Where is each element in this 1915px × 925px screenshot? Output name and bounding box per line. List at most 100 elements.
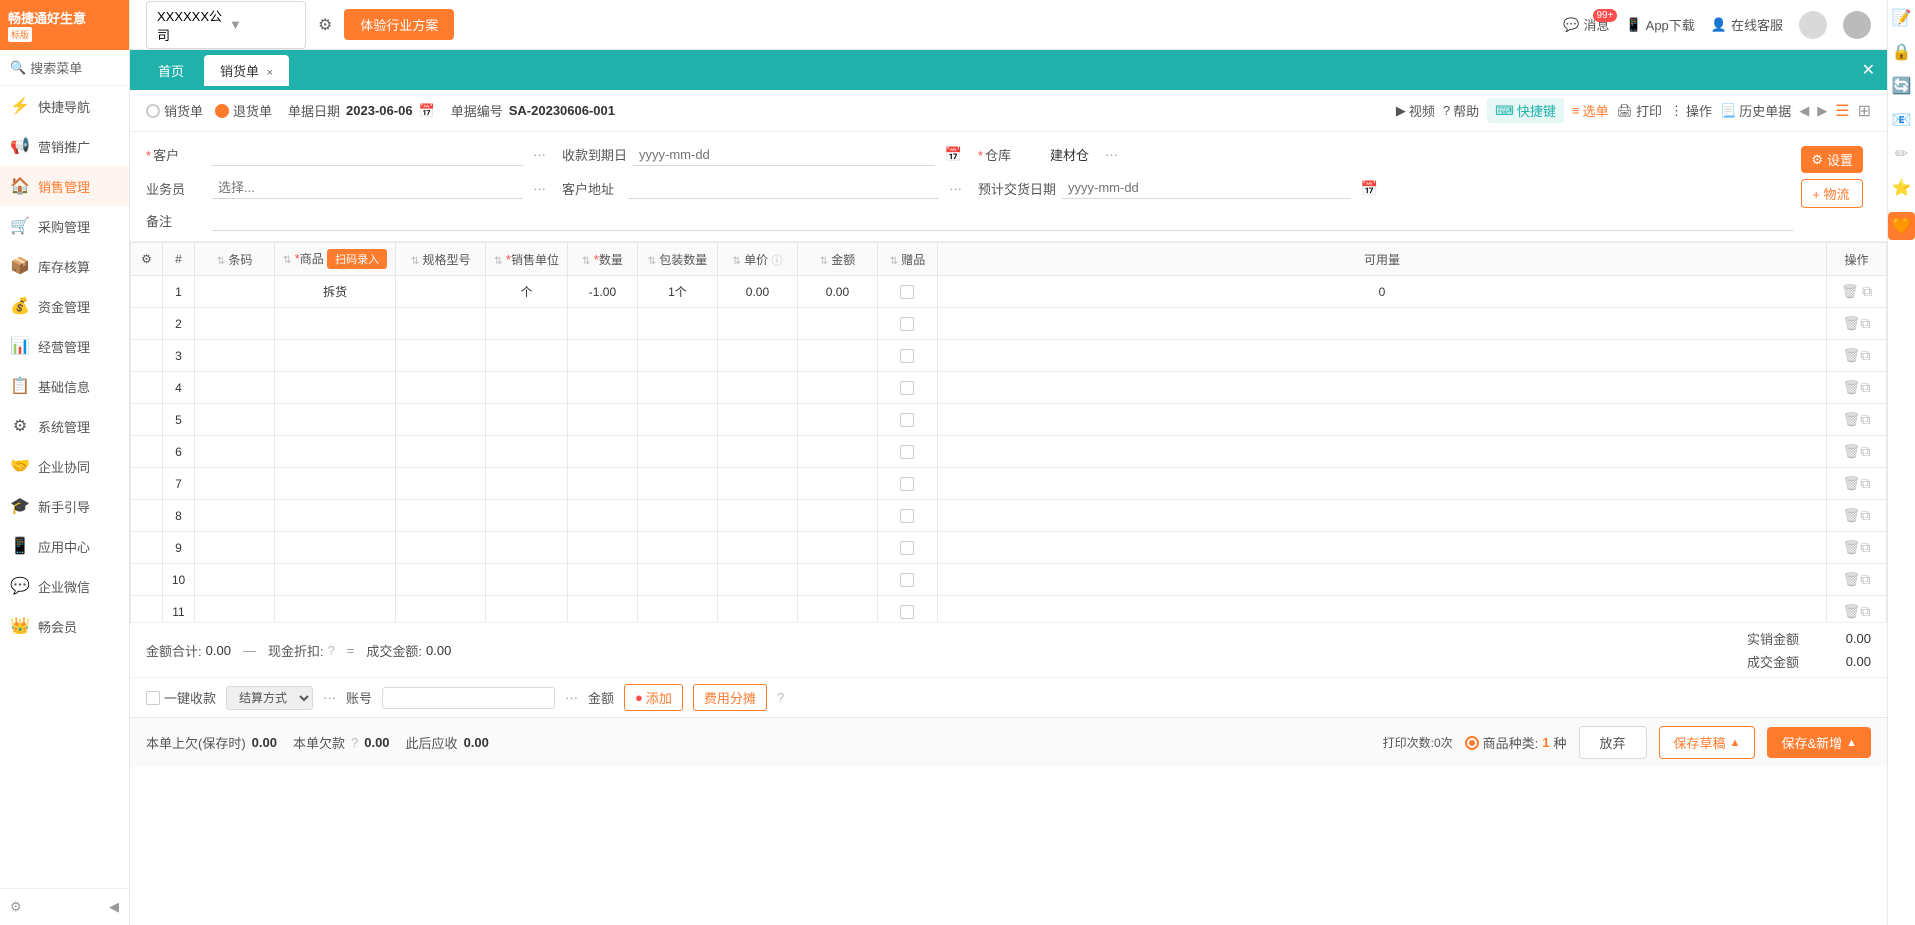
th-gear[interactable]: ⚙ — [131, 243, 163, 276]
row-gift[interactable] — [877, 372, 937, 404]
action-print[interactable]: 🖨 打印 — [1617, 101, 1663, 120]
app-download-button[interactable]: 📱 App下载 — [1625, 15, 1694, 34]
settings-button[interactable]: ⚙ — [318, 15, 332, 35]
sidebar-item-marketing[interactable]: 📢 营销推广 — [0, 126, 129, 166]
row-unit[interactable] — [486, 564, 568, 596]
payment-dots[interactable]: ··· — [323, 690, 336, 705]
row-unit[interactable] — [486, 468, 568, 500]
row-unit[interactable] — [486, 404, 568, 436]
tab-home[interactable]: 首页 — [142, 55, 200, 86]
save-new-button[interactable]: 保存&新增 ▲ — [1767, 727, 1871, 758]
row-pkg[interactable] — [637, 532, 717, 564]
sidebar-search[interactable]: 🔍 搜索菜单 — [0, 50, 129, 86]
row-gift[interactable] — [877, 532, 937, 564]
message-button[interactable]: 💬 消息 99+ — [1563, 15, 1609, 34]
sidebar-item-basic[interactable]: 📋 基础信息 — [0, 366, 129, 406]
row-price[interactable] — [717, 308, 797, 340]
right-panel-icon-1[interactable]: 📝 — [1892, 8, 1912, 28]
row-product[interactable] — [275, 532, 396, 564]
row-unit[interactable] — [486, 436, 568, 468]
row-gift[interactable] — [877, 404, 937, 436]
nav-prev-icon[interactable]: ◀ — [1799, 103, 1809, 119]
copy-icon[interactable]: ⧉ — [1860, 379, 1870, 395]
th-pkg[interactable]: ⇅ 包装数量 — [637, 243, 717, 276]
copy-icon[interactable]: ⧉ — [1860, 507, 1870, 523]
th-barcode[interactable]: ⇅ 条码 — [195, 243, 275, 276]
row-price[interactable] — [717, 468, 797, 500]
row-pkg[interactable] — [637, 596, 717, 623]
copy-icon[interactable]: ⧉ — [1860, 603, 1870, 619]
add-button[interactable]: ● 添加 — [624, 684, 683, 711]
row-barcode[interactable] — [195, 468, 275, 500]
row-unit[interactable] — [486, 596, 568, 623]
row-price[interactable] — [717, 340, 797, 372]
row-product[interactable] — [275, 564, 396, 596]
sidebar-item-collab[interactable]: 🤝 企业协同 — [0, 446, 129, 486]
row-pkg-1[interactable]: 1个 — [637, 276, 717, 308]
row-amount[interactable] — [797, 308, 877, 340]
price-info-icon[interactable]: ⓘ — [771, 255, 782, 267]
action-select[interactable]: ≡ 选单 — [1572, 101, 1609, 120]
action-shortcut[interactable]: ⌨ 快捷键 — [1487, 98, 1564, 123]
row-product[interactable] — [275, 500, 396, 532]
row-unit-1[interactable]: 个 — [486, 276, 568, 308]
customer-input[interactable] — [212, 144, 523, 166]
row-spec[interactable] — [396, 404, 486, 436]
sidebar-item-operations[interactable]: 📊 经营管理 — [0, 326, 129, 366]
copy-icon[interactable]: ⧉ — [1860, 539, 1870, 555]
row-qty[interactable] — [567, 500, 637, 532]
payment-checkbox[interactable]: 一键收款 — [146, 688, 216, 707]
row-amount[interactable] — [797, 436, 877, 468]
row-barcode[interactable] — [195, 340, 275, 372]
row-spec[interactable] — [396, 308, 486, 340]
action-ops[interactable]: ⋮ 操作 — [1670, 101, 1712, 120]
row-qty[interactable] — [567, 372, 637, 404]
staff-input[interactable] — [212, 177, 523, 199]
customer-dots[interactable]: ··· — [533, 147, 546, 162]
warehouse-dots[interactable]: ··· — [1105, 147, 1118, 162]
discard-button[interactable]: 放弃 — [1579, 726, 1647, 759]
row-unit[interactable] — [486, 532, 568, 564]
due-date-input[interactable] — [633, 144, 935, 166]
row-pkg[interactable] — [637, 404, 717, 436]
row-product[interactable] — [275, 340, 396, 372]
scan-button[interactable]: 扫码录入 — [327, 249, 387, 269]
trial-button[interactable]: 体验行业方案 — [344, 9, 454, 40]
right-panel-icon-3[interactable]: 🔄 — [1892, 76, 1912, 96]
row-pkg[interactable] — [637, 436, 717, 468]
copy-icon-1[interactable]: ⧉ — [1862, 283, 1872, 299]
th-qty[interactable]: ⇅ *数量 — [567, 243, 637, 276]
row-gift[interactable] — [877, 564, 937, 596]
row-amount[interactable] — [797, 532, 877, 564]
row-pkg[interactable] — [637, 468, 717, 500]
right-panel-icon-2[interactable]: 🔒 — [1892, 42, 1912, 62]
row-unit[interactable] — [486, 372, 568, 404]
row-barcode[interactable] — [195, 532, 275, 564]
note-input[interactable] — [212, 209, 1793, 231]
row-qty[interactable] — [567, 340, 637, 372]
row-amount[interactable] — [797, 340, 877, 372]
row-unit[interactable] — [486, 308, 568, 340]
row-qty[interactable] — [567, 532, 637, 564]
tab-sales-order[interactable]: 销货单 × — [204, 55, 289, 86]
row-spec[interactable] — [396, 372, 486, 404]
right-panel-icon-5[interactable]: ✏ — [1895, 144, 1908, 164]
delete-icon-1[interactable]: 🗑 — [1841, 283, 1859, 299]
row-gift[interactable] — [877, 308, 937, 340]
sidebar-item-wechat[interactable]: 💬 企业微信 — [0, 566, 129, 606]
delete-icon[interactable]: 🗑 — [1843, 347, 1861, 363]
delete-icon[interactable]: 🗑 — [1843, 571, 1861, 587]
th-product[interactable]: ⇅ *商品 扫码录入 — [275, 243, 396, 276]
sidebar-item-quick-nav[interactable]: ⚡ 快捷导航 — [0, 86, 129, 126]
action-history[interactable]: 📃 历史单据 — [1720, 101, 1791, 120]
copy-icon[interactable]: ⧉ — [1860, 315, 1870, 331]
th-amount[interactable]: ⇅ 金额 — [797, 243, 877, 276]
delete-icon[interactable]: 🗑 — [1843, 411, 1861, 427]
row-amount[interactable] — [797, 404, 877, 436]
sidebar-item-system[interactable]: ⚙ 系统管理 — [0, 406, 129, 446]
row-pkg[interactable] — [637, 308, 717, 340]
delete-icon[interactable]: 🗑 — [1843, 475, 1861, 491]
expense-button[interactable]: 费用分摊 — [693, 684, 767, 711]
row-spec[interactable] — [396, 436, 486, 468]
row-spec-1[interactable] — [396, 276, 486, 308]
